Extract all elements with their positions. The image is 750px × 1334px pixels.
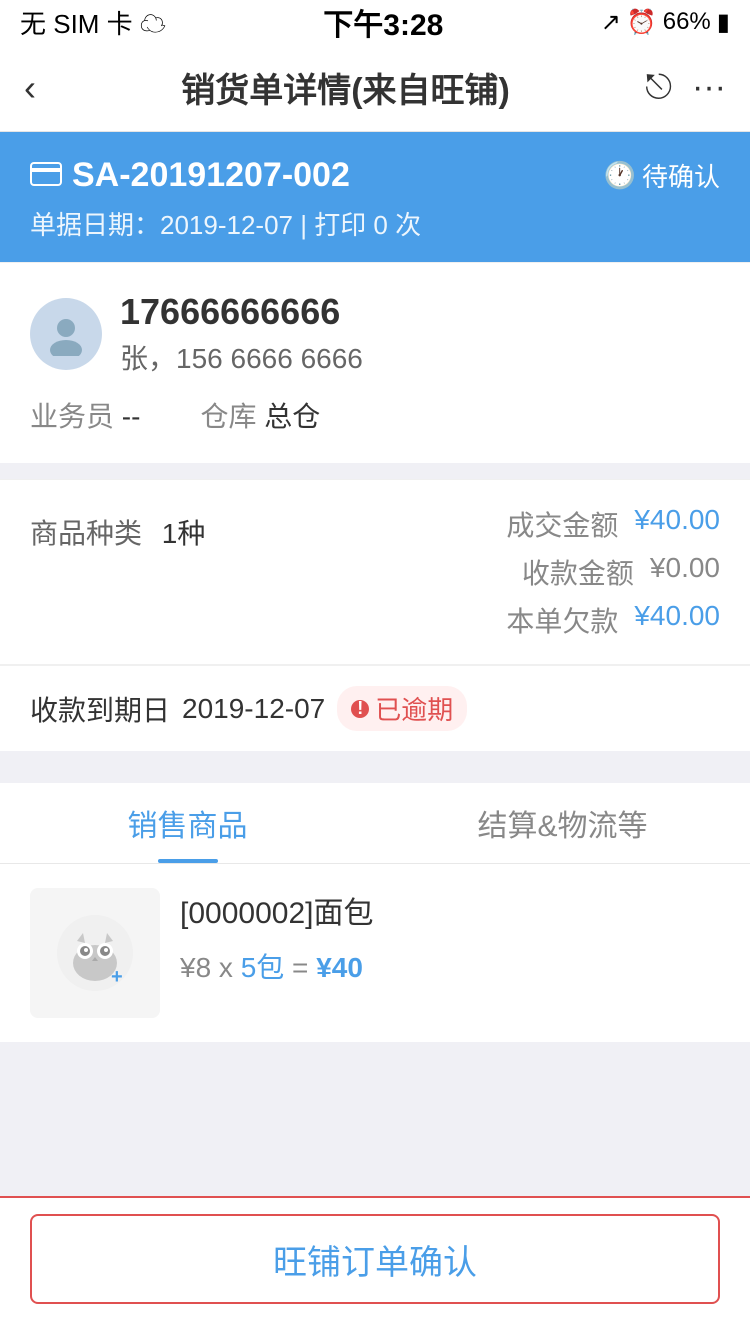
nav-actions: ⎋ ···: [645, 68, 726, 107]
status-bar-time: 下午3:28: [323, 0, 443, 44]
product-list: + [0000002]面包 ¥8 x 5包 = ¥40: [0, 864, 750, 1042]
product-name: [0000002]面包: [180, 888, 720, 932]
svg-text:+: +: [111, 966, 123, 988]
overdue-icon: !: [351, 700, 369, 718]
section-divider: [0, 767, 750, 783]
order-date: 单据日期：2019-12-07 | 打印 0 次: [30, 205, 720, 242]
status-bar-left: 无 SIM 卡 ☁: [20, 4, 166, 41]
product-info: [0000002]面包 ¥8 x 5包 = ¥40: [180, 888, 720, 986]
order-header-banner: SA-20191207-002 🕐 待确认 单据日期：2019-12-07 | …: [0, 132, 750, 262]
customer-phone: 17666666666: [120, 291, 363, 333]
product-thumbnail: +: [30, 888, 160, 1018]
order-icon: [30, 156, 62, 195]
received-label: 收款金额: [522, 552, 634, 592]
customer-section: 17666666666 张，156 6666 6666 业务员 -- 仓库 总仓: [0, 263, 750, 463]
confirm-order-button[interactable]: 旺铺订单确认: [30, 1214, 720, 1304]
due-date-section: 收款到期日 2019-12-07 ! 已逾期: [0, 665, 750, 751]
back-button[interactable]: ‹: [14, 57, 46, 119]
due-date-value: 2019-12-07: [182, 693, 325, 725]
tab-settlement[interactable]: 结算&物流等: [375, 783, 750, 863]
due-date-label: 收款到期日: [30, 689, 170, 729]
status-bar-right: ↗ ⏰ 66% ▮: [601, 8, 730, 37]
avatar: [30, 298, 102, 370]
battery-icon: ▮: [717, 8, 730, 37]
product-price: ¥8 x 5包 = ¥40: [180, 946, 720, 986]
battery-level: 66%: [663, 8, 711, 36]
product-type-value: 1种: [162, 518, 206, 549]
alarm-icon: ⏰: [627, 8, 657, 37]
location-icon: ↗: [601, 8, 621, 37]
customer-name: 张，156 6666 6666: [120, 337, 363, 377]
debt-value: ¥40.00: [634, 600, 720, 640]
clock-icon: 🕐: [604, 160, 636, 191]
summary-right: 成交金额 ¥40.00 收款金额 ¥0.00 本单欠款 ¥40.00: [375, 504, 720, 640]
summary-section: 商品种类 1种 成交金额 ¥40.00 收款金额 ¥0.00 本单欠款 ¥40.…: [0, 480, 750, 751]
salesperson-field: 业务员 --: [30, 395, 140, 435]
page-title: 销货单详情(来自旺铺): [46, 63, 645, 112]
status-bar: 无 SIM 卡 ☁ 下午3:28 ↗ ⏰ 66% ▮: [0, 0, 750, 44]
tabs-section: 销售商品 结算&物流等: [0, 783, 750, 864]
deal-amount-label: 成交金额: [506, 504, 618, 544]
nav-bar: ‹ 销货单详情(来自旺铺) ⎋ ···: [0, 44, 750, 132]
customer-meta: 业务员 -- 仓库 总仓: [30, 395, 720, 435]
product-item: + [0000002]面包 ¥8 x 5包 = ¥40: [30, 888, 720, 1018]
tab-products[interactable]: 销售商品: [0, 783, 375, 863]
overdue-badge: ! 已逾期: [337, 686, 467, 731]
received-value: ¥0.00: [650, 552, 720, 592]
order-status: 🕐 待确认: [604, 157, 720, 194]
debt-label: 本单欠款: [506, 600, 618, 640]
warehouse-field: 仓库 总仓: [200, 395, 320, 435]
summary-left: 商品种类 1种: [30, 504, 375, 640]
share-button[interactable]: ⎋: [645, 68, 672, 107]
more-button[interactable]: ···: [692, 68, 726, 107]
order-id: SA-20191207-002: [30, 156, 350, 195]
bottom-bar: 旺铺订单确认: [0, 1196, 750, 1334]
tabs: 销售商品 结算&物流等: [0, 783, 750, 863]
deal-amount-value: ¥40.00: [634, 504, 720, 544]
product-type-label: 商品种类: [30, 518, 142, 549]
